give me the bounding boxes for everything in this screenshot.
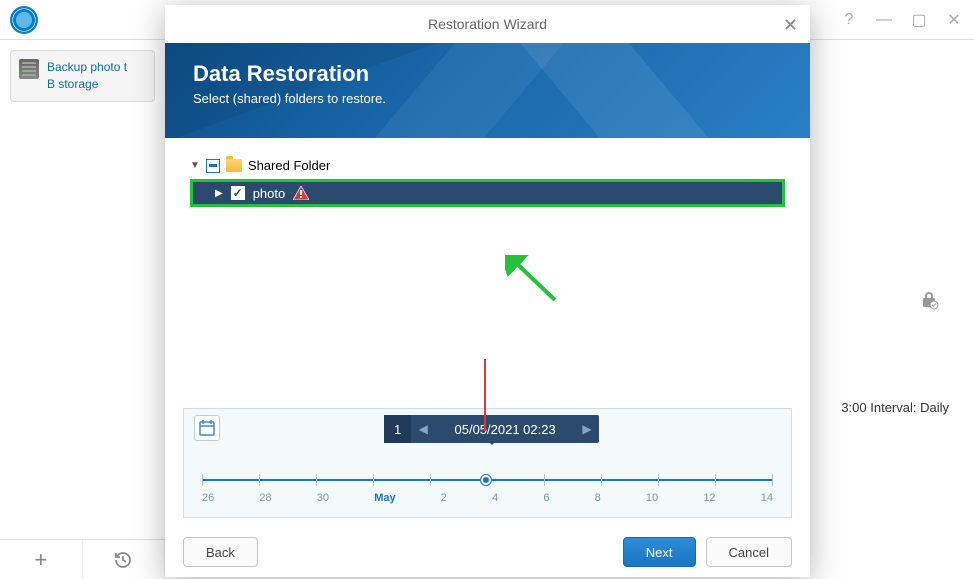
modal-heading: Data Restoration	[193, 61, 782, 87]
modal-header-banner: Data Restoration Select (shared) folders…	[165, 43, 810, 138]
prev-version-button[interactable]: ◀	[411, 415, 435, 443]
restoration-wizard-modal: Restoration Wizard ✕ Data Restoration Se…	[165, 5, 810, 577]
warning-icon	[293, 186, 309, 200]
root-folder-label: Shared Folder	[248, 158, 330, 173]
task-name-line1: Backup photo t	[47, 59, 127, 76]
minimize-button[interactable]: —	[874, 10, 894, 30]
app-logo-icon	[10, 6, 38, 34]
expand-icon[interactable]: ▶	[215, 188, 223, 199]
folder-tree: ▼ Shared Folder ▶ ✓ photo	[165, 138, 810, 408]
child-folder-label: photo	[253, 186, 286, 201]
collapse-icon[interactable]: ▼	[190, 160, 200, 171]
task-name-line2: B storage	[47, 76, 127, 93]
next-button[interactable]: Next	[623, 537, 696, 567]
maximize-button[interactable]: ▢	[909, 10, 929, 30]
modal-titlebar: Restoration Wizard ✕	[165, 5, 810, 43]
history-button[interactable]	[83, 540, 166, 579]
selected-datetime: 05/05/2021 02:23	[435, 422, 575, 437]
add-task-button[interactable]: +	[0, 540, 83, 579]
modal-subtitle: Select (shared) folders to restore.	[193, 91, 782, 106]
timeline-cursor-line	[484, 359, 486, 431]
lock-icon	[919, 290, 939, 315]
close-window-button[interactable]: ✕	[944, 10, 964, 30]
modal-title: Restoration Wizard	[428, 16, 547, 32]
timeline-panel: 1 ◀ 05/05/2021 02:23 ▶ 26 28 30 May 2 4 …	[183, 408, 792, 518]
backup-task-icon	[19, 59, 39, 79]
next-version-button[interactable]: ▶	[575, 415, 599, 443]
modal-footer: Back Next Cancel	[165, 527, 810, 577]
backup-task-card[interactable]: Backup photo t B storage	[10, 50, 155, 102]
modal-close-button[interactable]: ✕	[783, 15, 798, 36]
timeline-track[interactable]: 26 28 30 May 2 4 6 8 10 12 14	[202, 459, 773, 509]
timeline-cursor-dot[interactable]	[481, 475, 491, 485]
calendar-button[interactable]	[194, 415, 220, 441]
task-list-panel: Backup photo t B storage	[0, 40, 165, 540]
version-number: 1	[384, 415, 411, 443]
root-checkbox-indeterminate[interactable]	[206, 159, 220, 173]
date-selector: 1 ◀ 05/05/2021 02:23 ▶	[384, 415, 599, 443]
folder-icon	[226, 159, 242, 172]
help-button[interactable]: ?	[839, 10, 859, 30]
track-labels: 26 28 30 May 2 4 6 8 10 12 14	[202, 492, 773, 504]
bottom-toolbar: +	[0, 539, 165, 579]
tree-root-row[interactable]: ▼ Shared Folder	[190, 158, 795, 173]
tree-child-photo-row[interactable]: ▶ ✓ photo	[190, 179, 785, 207]
cancel-button[interactable]: Cancel	[706, 537, 792, 567]
child-checkbox-checked[interactable]: ✓	[231, 186, 245, 200]
schedule-text: 3:00 Interval: Daily	[841, 400, 949, 415]
back-button[interactable]: Back	[183, 537, 258, 567]
